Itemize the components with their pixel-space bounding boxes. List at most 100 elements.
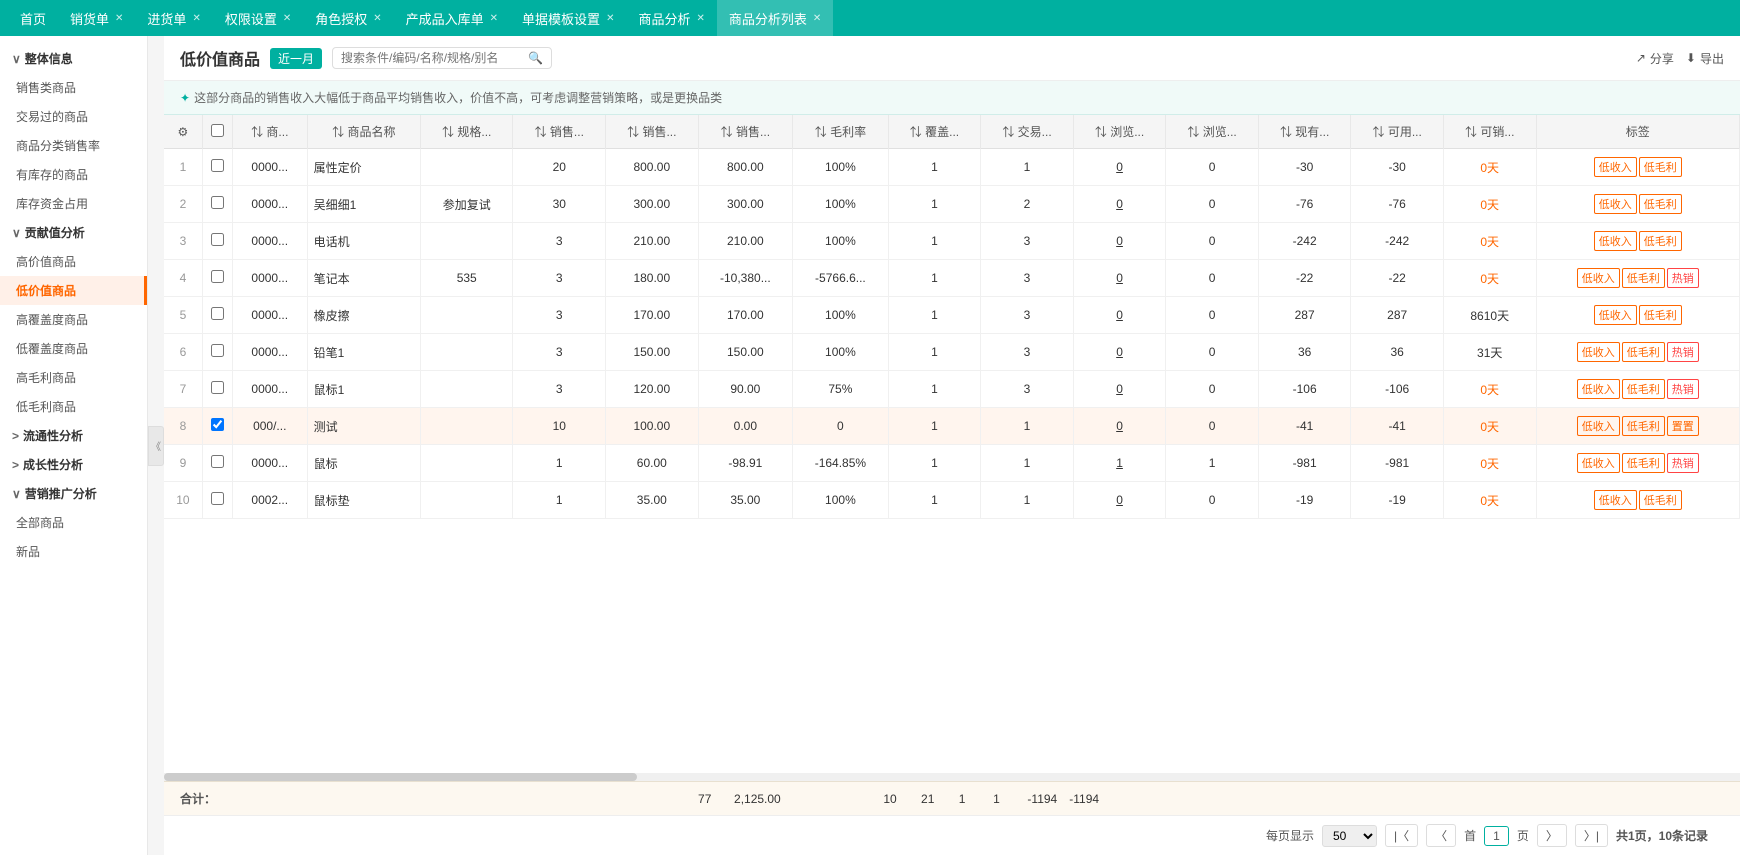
- row-checkbox[interactable]: [211, 344, 224, 357]
- row-checkbox-cell[interactable]: [202, 408, 232, 445]
- row-checkbox[interactable]: [211, 233, 224, 246]
- row-checkbox-cell[interactable]: [202, 186, 232, 223]
- sidebar-group-营销推广分析[interactable]: ∨营销推广分析: [0, 479, 147, 508]
- nav-item-首页[interactable]: 首页: [8, 0, 58, 36]
- row-checkbox[interactable]: [211, 418, 224, 431]
- row-checkbox-cell[interactable]: [202, 371, 232, 408]
- search-input[interactable]: [341, 51, 528, 65]
- row-browse2: 0: [1166, 223, 1259, 260]
- row-browse1[interactable]: 0: [1073, 149, 1166, 186]
- col-sales-amount[interactable]: ⇅ 销售...: [698, 115, 793, 149]
- close-icon[interactable]: ✕: [283, 13, 291, 24]
- row-checkbox-cell[interactable]: [202, 297, 232, 334]
- close-icon[interactable]: ✕: [490, 13, 498, 24]
- col-checkbox[interactable]: [202, 115, 232, 149]
- row-checkbox-cell[interactable]: [202, 260, 232, 297]
- col-browse2[interactable]: ⇅ 浏览...: [1166, 115, 1259, 149]
- col-coverage[interactable]: ⇅ 覆盖...: [888, 115, 981, 149]
- col-gross-margin[interactable]: ⇅ 毛利率: [793, 115, 889, 149]
- row-checkbox[interactable]: [211, 492, 224, 505]
- page-size-select[interactable]: 50 100 200: [1322, 825, 1377, 847]
- sidebar-item-有库存的商品[interactable]: 有库存的商品: [0, 160, 147, 189]
- scroll-thumb[interactable]: [164, 773, 637, 781]
- share-button[interactable]: ↗ 分享: [1636, 50, 1674, 67]
- row-checkbox[interactable]: [211, 455, 224, 468]
- sidebar-item-商品分类销售率[interactable]: 商品分类销售率: [0, 131, 147, 160]
- nav-item-进货单[interactable]: 进货单✕: [135, 0, 212, 36]
- nav-item-单据模板设置[interactable]: 单据模板设置✕: [510, 0, 626, 36]
- col-name[interactable]: ⇅ 商品名称: [307, 115, 420, 149]
- sidebar-item-高毛利商品[interactable]: 高毛利商品: [0, 363, 147, 392]
- row-checkbox[interactable]: [211, 381, 224, 394]
- close-icon[interactable]: ✕: [813, 13, 821, 24]
- row-checkbox-cell[interactable]: [202, 149, 232, 186]
- row-browse1[interactable]: 0: [1073, 408, 1166, 445]
- search-box[interactable]: 🔍: [332, 47, 552, 69]
- sidebar-item-销售类商品[interactable]: 销售类商品: [0, 73, 147, 102]
- close-icon[interactable]: ✕: [373, 13, 381, 24]
- row-browse1[interactable]: 0: [1073, 482, 1166, 519]
- col-spec[interactable]: ⇅ 规格...: [420, 115, 513, 149]
- collapse-btn[interactable]: 《: [148, 426, 164, 466]
- row-checkbox[interactable]: [211, 159, 224, 172]
- next-page-btn[interactable]: 〉: [1537, 824, 1567, 847]
- scroll-bar-area[interactable]: [164, 773, 1740, 781]
- close-icon[interactable]: ✕: [606, 13, 614, 24]
- close-icon[interactable]: ✕: [696, 13, 704, 24]
- row-checkbox-cell[interactable]: [202, 223, 232, 260]
- sidebar-group-流通性分析[interactable]: >流通性分析: [0, 421, 147, 450]
- sidebar-item-高覆盖度商品[interactable]: 高覆盖度商品: [0, 305, 147, 334]
- col-sales-price[interactable]: ⇅ 销售...: [606, 115, 699, 149]
- sidebar-group-整体信息[interactable]: ∨整体信息: [0, 44, 147, 73]
- nav-item-商品分析列表[interactable]: 商品分析列表✕: [717, 0, 833, 36]
- sidebar-item-高价值商品[interactable]: 高价值商品: [0, 247, 147, 276]
- close-icon[interactable]: ✕: [115, 13, 123, 24]
- row-browse1[interactable]: 0: [1073, 334, 1166, 371]
- select-all-checkbox[interactable]: [211, 124, 224, 137]
- col-settings[interactable]: ⚙: [164, 115, 202, 149]
- nav-item-产成品入库单[interactable]: 产成品入库单✕: [394, 0, 510, 36]
- sidebar-item-低价值商品[interactable]: 低价值商品: [0, 276, 147, 305]
- row-checkbox-cell[interactable]: [202, 482, 232, 519]
- col-transaction[interactable]: ⇅ 交易...: [981, 115, 1074, 149]
- row-num: 9: [164, 445, 202, 482]
- sidebar-item-低毛利商品[interactable]: 低毛利商品: [0, 392, 147, 421]
- current-page[interactable]: 1: [1484, 826, 1509, 846]
- row-checkbox-cell[interactable]: [202, 445, 232, 482]
- search-icon[interactable]: 🔍: [528, 51, 543, 65]
- nav-item-销货单[interactable]: 销货单✕: [58, 0, 135, 36]
- row-checkbox[interactable]: [211, 270, 224, 283]
- row-checkbox[interactable]: [211, 196, 224, 209]
- sidebar-item-低覆盖度商品[interactable]: 低覆盖度商品: [0, 334, 147, 363]
- nav-item-角色授权[interactable]: 角色授权✕: [303, 0, 393, 36]
- col-saleable[interactable]: ⇅ 可销...: [1443, 115, 1536, 149]
- sidebar-item-全部商品[interactable]: 全部商品: [0, 508, 147, 537]
- nav-item-商品分析[interactable]: 商品分析✕: [626, 0, 716, 36]
- time-badge[interactable]: 近一月: [270, 48, 322, 69]
- last-page-btn[interactable]: 〉|: [1575, 824, 1608, 847]
- first-page-btn[interactable]: |〈: [1385, 824, 1418, 847]
- export-button[interactable]: ⬇ 导出: [1686, 50, 1724, 67]
- row-browse1[interactable]: 0: [1073, 297, 1166, 334]
- sidebar-group-贡献值分析[interactable]: ∨贡献值分析: [0, 218, 147, 247]
- row-browse1[interactable]: 0: [1073, 186, 1166, 223]
- col-code[interactable]: ⇅ 商...: [232, 115, 307, 149]
- col-sales-qty[interactable]: ⇅ 销售...: [513, 115, 606, 149]
- col-available[interactable]: ⇅ 可用...: [1351, 115, 1444, 149]
- row-gross-margin: 100%: [793, 297, 889, 334]
- row-browse1[interactable]: 0: [1073, 260, 1166, 297]
- col-browse1[interactable]: ⇅ 浏览...: [1073, 115, 1166, 149]
- row-checkbox[interactable]: [211, 307, 224, 320]
- prev-page-btn[interactable]: 〈: [1426, 824, 1456, 847]
- nav-item-权限设置[interactable]: 权限设置✕: [213, 0, 303, 36]
- row-browse1[interactable]: 0: [1073, 371, 1166, 408]
- sidebar-item-交易过的商品[interactable]: 交易过的商品: [0, 102, 147, 131]
- row-browse1[interactable]: 1: [1073, 445, 1166, 482]
- col-current-stock[interactable]: ⇅ 现有...: [1258, 115, 1351, 149]
- sidebar-item-库存资金占用[interactable]: 库存资金占用: [0, 189, 147, 218]
- row-browse1[interactable]: 0: [1073, 223, 1166, 260]
- sidebar-item-新品[interactable]: 新品: [0, 537, 147, 566]
- sidebar-group-成长性分析[interactable]: >成长性分析: [0, 450, 147, 479]
- close-icon[interactable]: ✕: [192, 13, 200, 24]
- row-checkbox-cell[interactable]: [202, 334, 232, 371]
